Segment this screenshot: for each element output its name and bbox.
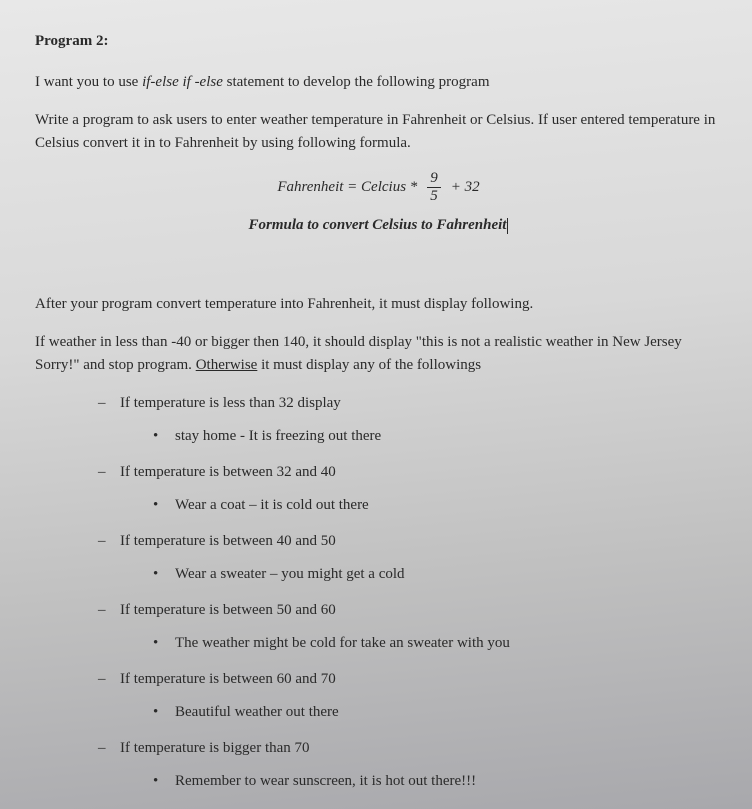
message-list: Wear a sweater – you might get a cold xyxy=(175,563,722,586)
formula-caption: Formula to convert Celsius to Fahrenheit xyxy=(35,214,722,237)
intro-paragraph-1: I want you to use if-else if -else state… xyxy=(35,71,722,94)
formula-fraction: 9 5 xyxy=(427,170,441,204)
program-heading: Program 2: xyxy=(35,30,722,53)
formula-den: 5 xyxy=(427,188,441,205)
intro1-suffix: statement to develop the following progr… xyxy=(223,74,490,90)
condition-text: If temperature is less than 32 display xyxy=(120,395,341,411)
after2-suffix: it must display any of the followings xyxy=(257,357,481,373)
list-item: If temperature is less than 32 display s… xyxy=(120,392,722,447)
message-list: stay home - It is freezing out there xyxy=(175,425,722,448)
intro1-italic: if-else if -else xyxy=(142,74,223,90)
message-item: Wear a coat – it is cold out there xyxy=(175,494,722,517)
list-item: If temperature is bigger than 70 Remembe… xyxy=(120,737,722,792)
formula-lhs: Fahrenheit = Celcius * xyxy=(277,176,417,199)
list-item: If temperature is between 60 and 70 Beau… xyxy=(120,668,722,723)
condition-text: If temperature is between 32 and 40 xyxy=(120,464,336,480)
after-paragraph-1: After your program convert temperature i… xyxy=(35,293,722,316)
spacer xyxy=(35,267,722,293)
condition-text: If temperature is between 50 and 60 xyxy=(120,602,336,618)
condition-text: If temperature is bigger than 70 xyxy=(120,740,310,756)
list-item: If temperature is between 32 and 40 Wear… xyxy=(120,461,722,516)
message-list: Beautiful weather out there xyxy=(175,701,722,724)
message-item: The weather might be cold for take an sw… xyxy=(175,632,722,655)
list-item: If temperature is between 40 and 50 Wear… xyxy=(120,530,722,585)
message-list: Wear a coat – it is cold out there xyxy=(175,494,722,517)
message-item: Remember to wear sunscreen, it is hot ou… xyxy=(175,770,722,793)
message-item: stay home - It is freezing out there xyxy=(175,425,722,448)
condition-text: If temperature is between 60 and 70 xyxy=(120,671,336,687)
condition-list: If temperature is less than 32 display s… xyxy=(120,392,722,792)
formula-block: Fahrenheit = Celcius * 9 5 + 32 xyxy=(35,170,722,204)
condition-text: If temperature is between 40 and 50 xyxy=(120,533,336,549)
intro-paragraph-2: Write a program to ask users to enter we… xyxy=(35,109,722,154)
after-paragraph-2: If weather in less than -40 or bigger th… xyxy=(35,331,722,376)
formula-num: 9 xyxy=(427,170,441,188)
message-list: Remember to wear sunscreen, it is hot ou… xyxy=(175,770,722,793)
message-list: The weather might be cold for take an sw… xyxy=(175,632,722,655)
message-item: Wear a sweater – you might get a cold xyxy=(175,563,722,586)
list-item: If temperature is between 50 and 60 The … xyxy=(120,599,722,654)
after2-underlined: Otherwise xyxy=(196,357,258,373)
formula-tail: + 32 xyxy=(451,176,480,199)
formula: Fahrenheit = Celcius * 9 5 + 32 xyxy=(277,170,479,204)
message-item: Beautiful weather out there xyxy=(175,701,722,724)
intro1-prefix: I want you to use xyxy=(35,74,142,90)
